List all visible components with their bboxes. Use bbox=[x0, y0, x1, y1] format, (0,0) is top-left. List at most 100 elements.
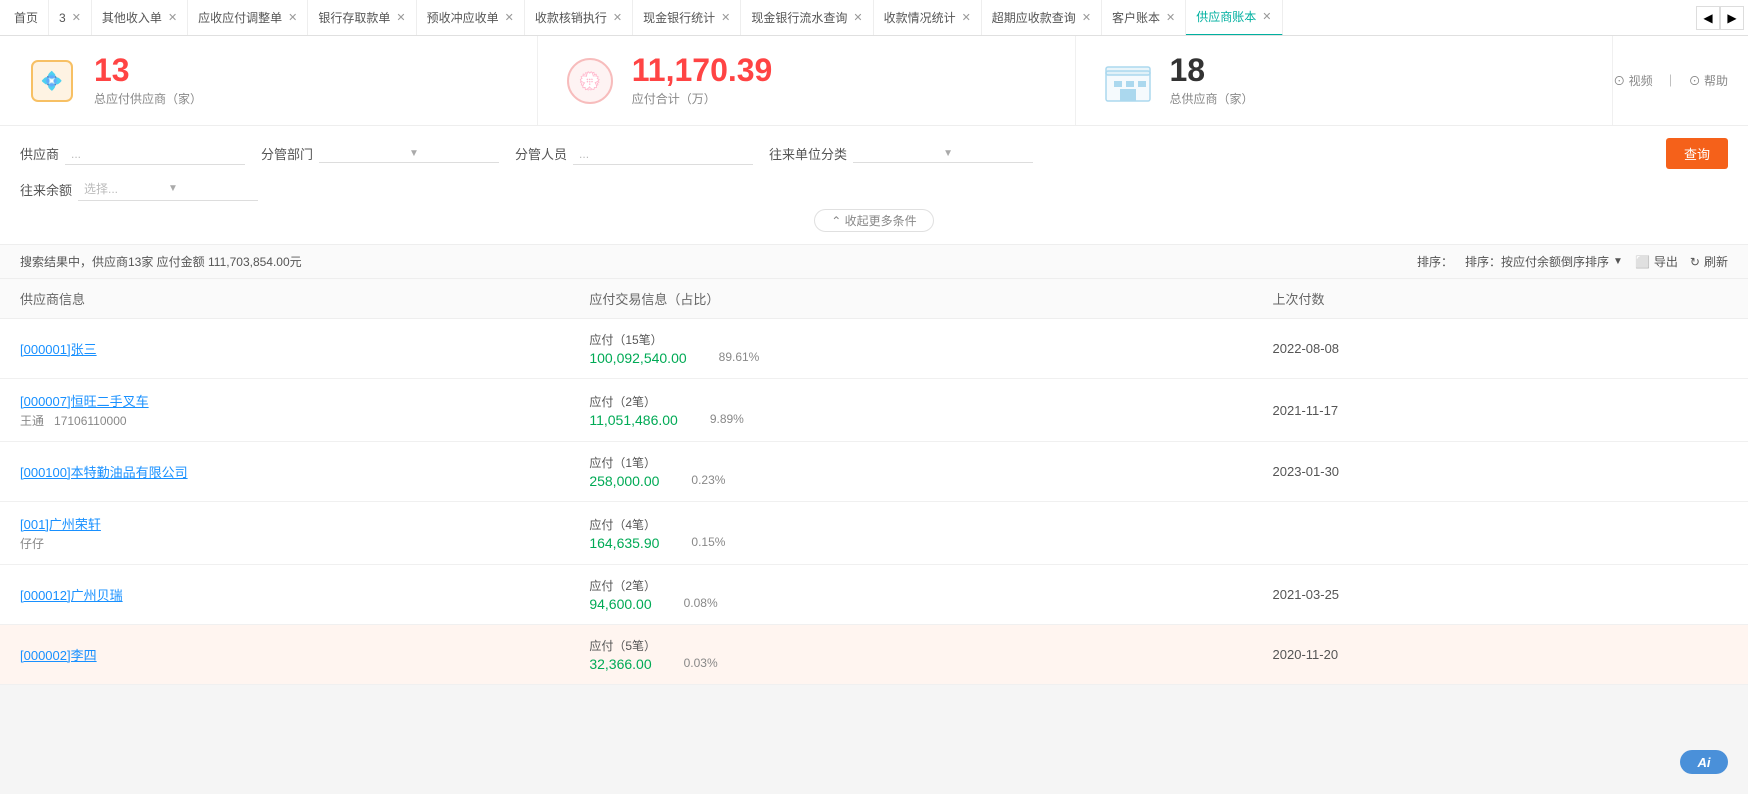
total-suppliers-icon bbox=[1100, 53, 1156, 109]
chevron-down-icon: ▼ bbox=[168, 183, 252, 194]
lastpay-cell: 2021-03-25 bbox=[1273, 587, 1728, 602]
nav-tab-bank-deposit[interactable]: 银行存取款单 ✕ bbox=[308, 0, 416, 36]
collapse-section: ⌃ 收起更多条件 bbox=[20, 209, 1728, 232]
close-icon[interactable]: ✕ bbox=[1262, 10, 1271, 23]
nav-arrows: ◀ ▶ bbox=[1696, 6, 1744, 30]
balance-filter-label: 往来余额 bbox=[20, 180, 72, 199]
chevron-down-icon: ▼ bbox=[1613, 256, 1623, 267]
nav-tab-other-income[interactable]: 其他收入单 ✕ bbox=[92, 0, 188, 36]
refresh-button[interactable]: ↻ 刷新 bbox=[1690, 253, 1728, 270]
transaction-cell: 应付（15笔） 100,092,540.00 89.61% bbox=[589, 331, 1272, 366]
help-link[interactable]: ⊙ 帮助 bbox=[1689, 72, 1728, 89]
close-icon[interactable]: ✕ bbox=[168, 11, 177, 24]
last-pay-date: 2022-08-08 bbox=[1273, 341, 1728, 356]
transaction-amount-row: 94,600.00 0.08% bbox=[589, 594, 1272, 612]
stat-text-total-payable: 11,170.39 应付合计（万） bbox=[632, 54, 773, 107]
query-button[interactable]: 查询 bbox=[1666, 138, 1728, 169]
last-pay-date: 2023-01-30 bbox=[1273, 464, 1728, 479]
table-row[interactable]: [000001]张三 应付（15笔） 100,092,540.00 89.61%… bbox=[0, 319, 1748, 379]
export-button[interactable]: ⬜ 导出 bbox=[1635, 253, 1678, 270]
last-pay-date: 2021-11-17 bbox=[1273, 403, 1728, 418]
transaction-amount: 11,051,486.00 bbox=[589, 412, 678, 428]
balance-filter-select[interactable]: 选择... ▼ bbox=[78, 177, 258, 201]
table-row[interactable]: [001]广州荣轩 仔仔 应付（4笔） 164,635.90 0.15% bbox=[0, 502, 1748, 565]
transaction-label: 应付（1笔） bbox=[589, 454, 1272, 471]
total-payable-label: 应付合计（万） bbox=[632, 90, 773, 107]
supplier-name-link[interactable]: [000012]广州贝瑞 bbox=[20, 585, 589, 604]
close-icon[interactable]: ✕ bbox=[853, 11, 862, 24]
total-suppliers-number: 18 bbox=[1170, 54, 1254, 86]
video-link[interactable]: ⊙ 视频 bbox=[1613, 72, 1652, 89]
supplier-name-link[interactable]: [000001]张三 bbox=[20, 339, 589, 358]
nav-tab-cash-bank-flow[interactable]: 现金银行流水查询 ✕ bbox=[741, 0, 873, 36]
stat-text-total-suppliers: 18 总供应商（家） bbox=[1170, 54, 1254, 107]
transaction-amount: 32,366.00 bbox=[589, 656, 651, 672]
table-row[interactable]: [000100]本特勤油品有限公司 应付（1笔） 258,000.00 0.23… bbox=[0, 442, 1748, 502]
nav-next-button[interactable]: ▶ bbox=[1720, 6, 1744, 30]
close-icon[interactable]: ✕ bbox=[505, 11, 514, 24]
sort-label: 排序： bbox=[1417, 253, 1453, 270]
transaction-label: 应付（5笔） bbox=[589, 637, 1272, 654]
stat-text-payable-suppliers: 13 总应付供应商（家） bbox=[94, 54, 202, 107]
stats-bar: 💠 13 总应付供应商（家） 💮 11,170.39 应付合计（万） bbox=[0, 36, 1748, 126]
chevron-down-icon: ▼ bbox=[409, 148, 493, 159]
nav-tab-3[interactable]: 3 ✕ bbox=[49, 0, 92, 36]
nav-tab-customer-ledger[interactable]: 客户账本 ✕ bbox=[1102, 0, 1186, 36]
video-icon: ⊙ bbox=[1613, 74, 1625, 88]
transaction-amount-row: 32,366.00 0.03% bbox=[589, 654, 1272, 672]
payable-suppliers-number: 13 bbox=[94, 54, 202, 86]
supplier-info-cell: [001]广州荣轩 仔仔 bbox=[20, 514, 589, 552]
ai-badge[interactable]: Ai bbox=[1680, 750, 1728, 774]
close-icon[interactable]: ✕ bbox=[396, 11, 405, 24]
filter-item-person: 分管人员 bbox=[515, 143, 753, 165]
supplier-name-link[interactable]: [000002]李四 bbox=[20, 645, 589, 664]
table-row[interactable]: [000007]恒旺二手叉车 王通 17106110000 应付（2笔） 11,… bbox=[0, 379, 1748, 442]
nav-tab-receipt-stat[interactable]: 收款情况统计 ✕ bbox=[874, 0, 982, 36]
person-filter-input[interactable] bbox=[573, 143, 753, 165]
total-payable-number: 11,170.39 bbox=[632, 54, 773, 86]
transaction-pct: 0.15% bbox=[691, 535, 725, 549]
transaction-amount-row: 11,051,486.00 9.89% bbox=[589, 410, 1272, 428]
transaction-label: 应付（2笔） bbox=[589, 393, 1272, 410]
collapse-button[interactable]: ⌃ 收起更多条件 bbox=[814, 209, 933, 232]
supplier-name-link[interactable]: [000100]本特勤油品有限公司 bbox=[20, 462, 589, 481]
transaction-cell: 应付（4笔） 164,635.90 0.15% bbox=[589, 516, 1272, 551]
nav-tab-overdue-ar[interactable]: 超期应收款查询 ✕ bbox=[982, 0, 1102, 36]
nav-tab-payment-verify[interactable]: 收款核销执行 ✕ bbox=[525, 0, 633, 36]
supplier-contact: 王通 17106110000 bbox=[20, 412, 589, 429]
supplier-name-link[interactable]: [000007]恒旺二手叉车 bbox=[20, 391, 589, 410]
close-icon[interactable]: ✕ bbox=[721, 11, 730, 24]
close-icon[interactable]: ✕ bbox=[962, 11, 971, 24]
supplier-filter-input[interactable] bbox=[65, 143, 245, 165]
stat-actions: ⊙ 视频 ｜ ⊙ 帮助 bbox=[1613, 36, 1748, 125]
nav-tab-ar-ap-adjust[interactable]: 应收应付调整单 ✕ bbox=[188, 0, 308, 36]
close-icon[interactable]: ✕ bbox=[1082, 11, 1091, 24]
nav-tab-cash-bank-stat[interactable]: 现金银行统计 ✕ bbox=[633, 0, 741, 36]
transaction-amount: 94,600.00 bbox=[589, 596, 651, 612]
dept-filter-select[interactable]: ▼ bbox=[319, 145, 499, 163]
category-filter-select[interactable]: ▼ bbox=[853, 145, 1033, 163]
supplier-contact: 仔仔 bbox=[20, 535, 589, 552]
transaction-label: 应付（4笔） bbox=[589, 516, 1272, 533]
close-icon[interactable]: ✕ bbox=[288, 11, 297, 24]
svg-text:💠: 💠 bbox=[41, 70, 63, 91]
close-icon[interactable]: ✕ bbox=[613, 11, 622, 24]
nav-tab-supplier-ledger[interactable]: 供应商账本 ✕ bbox=[1186, 0, 1282, 36]
filter-row-2: 往来余额 选择... ▼ bbox=[20, 177, 1728, 201]
results-bar: 搜索结果中，供应商13家 应付金额 111,703,854.00元 排序： 排序… bbox=[0, 245, 1748, 279]
close-icon[interactable]: ✕ bbox=[1166, 11, 1175, 24]
sort-value: 排序：按应付余额倒序排序 bbox=[1465, 253, 1609, 270]
table-row[interactable]: [000012]广州贝瑞 应付（2笔） 94,600.00 0.08% 2021… bbox=[0, 565, 1748, 625]
supplier-filter-label: 供应商 bbox=[20, 144, 59, 163]
supplier-name-link[interactable]: [001]广州荣轩 bbox=[20, 514, 589, 533]
nav-tab-home[interactable]: 首页 bbox=[4, 0, 49, 36]
supplier-info-cell: [000001]张三 bbox=[20, 339, 589, 358]
category-filter-label: 往来单位分类 bbox=[769, 144, 847, 163]
header-supplier: 供应商信息 bbox=[20, 289, 589, 308]
nav-prev-button[interactable]: ◀ bbox=[1696, 6, 1720, 30]
table-row[interactable]: [000002]李四 应付（5笔） 32,366.00 0.03% 2020-1… bbox=[0, 625, 1748, 685]
nav-tab-prepay-clear[interactable]: 预收冲应收单 ✕ bbox=[417, 0, 525, 36]
sort-select[interactable]: 排序：按应付余额倒序排序 ▼ bbox=[1465, 253, 1623, 270]
filter-item-category: 往来单位分类 ▼ bbox=[769, 144, 1033, 163]
close-icon[interactable]: ✕ bbox=[72, 11, 81, 24]
